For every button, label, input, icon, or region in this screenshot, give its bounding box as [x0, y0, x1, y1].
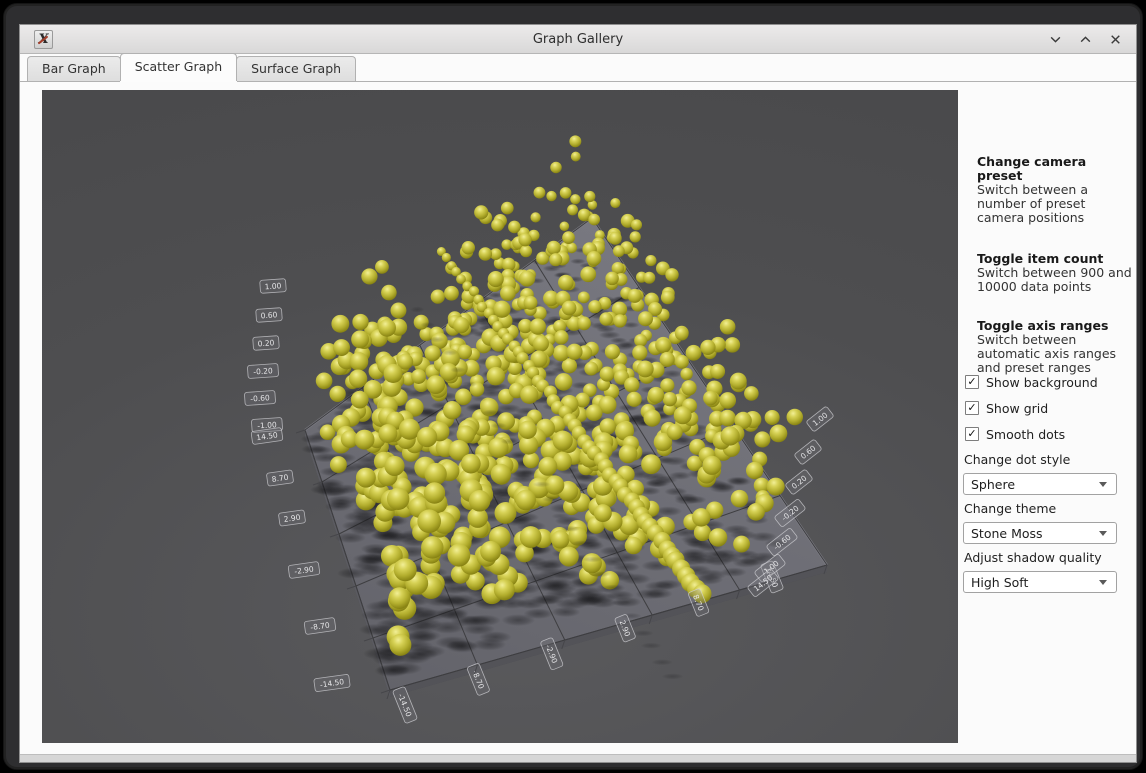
svg-text:-0.20: -0.20 — [253, 366, 273, 376]
action-title: Change camera preset — [977, 154, 1087, 183]
axis-tick-label: 0.20 — [252, 335, 280, 351]
axis-tick-label: 0.60 — [794, 439, 822, 465]
scatter-3d-svg: 1.000.600.20-0.20-0.60-1.0014.508.702.90… — [244, 135, 834, 724]
tab-pane: 1.00 0.60 0.20 -0.20 -0.60 -1.00 14.50 8.70 2.90… — [20, 82, 1136, 755]
window-title: Graph Gallery — [532, 31, 624, 47]
svg-text:0.20: 0.20 — [257, 338, 275, 348]
action-description: Switch between a number of preset camera… — [977, 182, 1088, 225]
action-title: Toggle axis ranges — [977, 318, 1109, 333]
axis-tick-label: -0.20 — [247, 363, 279, 379]
toggle-axis-ranges-button[interactable]: Toggle axis ranges Switch between automa… — [963, 319, 1133, 375]
shadow-quality-select[interactable]: High Soft — [963, 571, 1117, 593]
chevron-down-icon — [1099, 482, 1107, 487]
axis-tick-label: -14.50 — [313, 674, 351, 692]
axis-tick-label: -14.50 — [392, 686, 418, 724]
tab-scatter-graph[interactable]: Scatter Graph — [119, 53, 238, 81]
axis-tick-label: 1.00 — [806, 406, 834, 432]
control-panel: Change camera preset Switch between a nu… — [963, 155, 1133, 593]
tab-surface-graph[interactable]: Surface Graph — [236, 56, 357, 81]
axis-tick-label: -2.90 — [287, 561, 321, 579]
close-icon[interactable] — [1108, 32, 1122, 46]
action-title: Toggle item count — [977, 251, 1104, 266]
axis-tick-label: 0.20 — [785, 469, 813, 495]
smooth-dots-checkbox[interactable]: ✓ Smooth dots — [965, 426, 1133, 442]
shadow-quality-value: High Soft — [971, 574, 1029, 590]
checkbox-icon: ✓ — [965, 375, 979, 389]
title-bar[interactable]: X Graph Gallery — [20, 25, 1136, 54]
svg-text:-0.60: -0.60 — [250, 393, 270, 403]
chevron-down-icon — [1099, 580, 1107, 585]
action-description: Switch between automatic axis ranges and… — [977, 332, 1117, 375]
axis-tick-label: 0.60 — [255, 307, 283, 323]
svg-text:0.60: 0.60 — [260, 310, 278, 320]
change-camera-preset-button[interactable]: Change camera preset Switch between a nu… — [963, 155, 1133, 225]
window-bottom-edge — [20, 754, 1136, 762]
axis-tick-label: 1.00 — [259, 278, 287, 294]
action-description: Switch between 900 and 10000 data points — [977, 265, 1132, 294]
axis-tick-label: 2.90 — [278, 509, 306, 527]
axis-tick-label: -0.60 — [244, 390, 276, 406]
svg-text:1.00: 1.00 — [264, 281, 282, 291]
app-icon: X — [34, 29, 53, 49]
theme-label: Change theme — [964, 501, 1057, 516]
tab-bar: Bar Graph Scatter Graph Surface Graph — [20, 53, 1136, 82]
maximize-icon[interactable] — [1078, 32, 1092, 46]
dot-style-value: Sphere — [971, 476, 1016, 492]
show-grid-checkbox[interactable]: ✓ Show grid — [965, 400, 1133, 416]
dot-style-label: Change dot style — [964, 452, 1071, 467]
chevron-down-icon — [1099, 531, 1107, 536]
scatter-3d-chart[interactable]: 1.00 0.60 0.20 -0.20 -0.60 -1.00 14.50 8.70 2.90… — [42, 90, 958, 743]
minimize-icon[interactable] — [1048, 32, 1062, 46]
checkbox-label: Smooth dots — [986, 426, 1066, 442]
dot-style-select[interactable]: Sphere — [963, 473, 1117, 495]
theme-select[interactable]: Stone Moss — [963, 522, 1117, 544]
checkbox-icon: ✓ — [965, 427, 979, 441]
checkbox-label: Show grid — [986, 400, 1049, 416]
axis-tick-label: 8.70 — [266, 469, 294, 487]
window-frame: X Graph Gallery Bar Graph Scatter Graph … — [3, 3, 1143, 770]
toggle-item-count-button[interactable]: Toggle item count Switch between 900 and… — [963, 252, 1133, 294]
show-background-checkbox[interactable]: ✓ Show background — [965, 374, 1133, 390]
theme-value: Stone Moss — [971, 525, 1043, 541]
tab-bar-graph[interactable]: Bar Graph — [27, 56, 121, 81]
shadow-quality-label: Adjust shadow quality — [964, 550, 1102, 565]
checkbox-icon: ✓ — [965, 401, 979, 415]
app-window: X Graph Gallery Bar Graph Scatter Graph … — [19, 24, 1137, 763]
axis-tick-label: -8.70 — [303, 617, 337, 635]
checkbox-label: Show background — [986, 374, 1098, 390]
window-controls — [1048, 25, 1122, 53]
